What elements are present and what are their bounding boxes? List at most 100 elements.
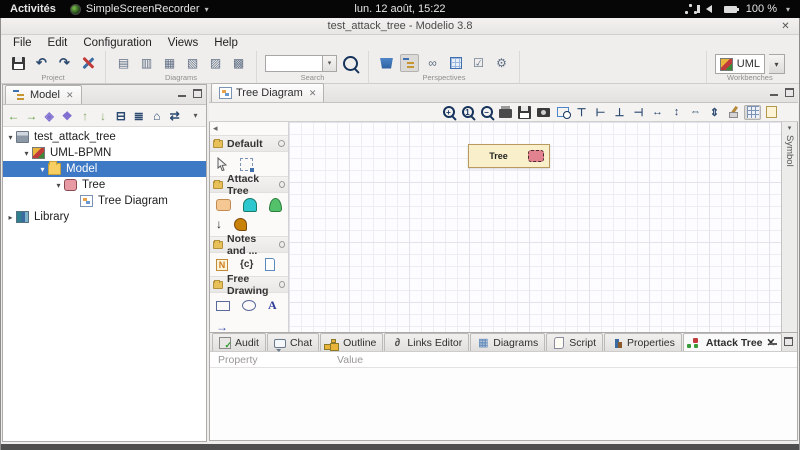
document-tool[interactable] xyxy=(265,258,276,271)
tab-attack-tree[interactable]: Attack Tree ✕ xyxy=(682,333,783,351)
move-up-button[interactable]: ↑ xyxy=(78,108,93,124)
align-left-button[interactable]: ⊢ xyxy=(592,105,609,120)
class-diagram-button[interactable]: ▤ xyxy=(114,54,133,72)
note-tool[interactable]: N xyxy=(216,258,228,271)
tab-tree-diagram[interactable]: Tree Diagram ✕ xyxy=(211,83,325,102)
same-width-button[interactable]: ⇔ xyxy=(687,105,704,120)
zoom-actual-button[interactable]: 1 xyxy=(459,105,476,120)
zoom-selection-button[interactable] xyxy=(554,105,571,120)
symbol-panel-collapsed[interactable]: ▾ Symbol xyxy=(781,122,797,332)
minimize-icon[interactable] xyxy=(769,337,778,346)
menu-help[interactable]: Help xyxy=(206,36,246,50)
node-stereotype-icon[interactable] xyxy=(528,150,544,162)
expander-icon[interactable]: ▾ xyxy=(37,165,48,174)
tab-links-editor[interactable]: ∂ Links Editor xyxy=(384,333,470,351)
print-button[interactable] xyxy=(497,105,514,120)
undo-button[interactable]: ↶ xyxy=(32,54,51,72)
move-down-button[interactable]: ↓ xyxy=(96,108,111,124)
menu-configuration[interactable]: Configuration xyxy=(75,36,159,50)
window-close-icon[interactable]: ✕ xyxy=(779,20,792,33)
collapse-palette-icon[interactable]: ◂ xyxy=(213,123,218,134)
sequence-diagram-button[interactable]: ▦ xyxy=(160,54,179,72)
search-button[interactable] xyxy=(341,54,360,72)
palette-section-attack-tree[interactable]: Attack Tree xyxy=(210,173,288,197)
align-top-button[interactable]: ⊤ xyxy=(573,105,590,120)
same-height-button[interactable]: ⇕ xyxy=(706,105,723,120)
link-tool[interactable]: ↓ xyxy=(216,217,222,231)
workbench-dropdown-icon[interactable]: ▾ xyxy=(769,54,785,74)
tab-script[interactable]: Script xyxy=(546,333,604,351)
or-node-tool[interactable] xyxy=(268,198,283,212)
perspective-audit-button[interactable]: ☑ xyxy=(469,54,488,72)
attack-node-tool[interactable] xyxy=(234,217,247,231)
align-right-button[interactable]: ⊣ xyxy=(630,105,647,120)
tab-audit[interactable]: Audit xyxy=(212,333,266,351)
expander-icon[interactable]: ▾ xyxy=(53,181,64,190)
tree-row-model[interactable]: ▾ Model xyxy=(3,161,206,177)
tree-node-tool[interactable] xyxy=(216,199,232,211)
navigate-forward-button[interactable]: → xyxy=(24,108,39,124)
grid-toggle-button[interactable] xyxy=(744,104,761,120)
minimize-icon[interactable] xyxy=(770,88,779,97)
page-setup-button[interactable] xyxy=(763,105,780,120)
search-dropdown-icon[interactable]: ▾ xyxy=(323,54,337,72)
perspective-project-button[interactable] xyxy=(377,54,396,72)
menu-file[interactable]: File xyxy=(5,36,40,50)
tree-row-project[interactable]: ▾ test_attack_tree xyxy=(3,129,206,145)
align-bottom-button[interactable]: ⊥ xyxy=(611,105,628,120)
ellipse-tool[interactable] xyxy=(242,300,256,311)
perspective-links-button[interactable]: ∞ xyxy=(423,54,442,72)
configuration-tools-button[interactable] xyxy=(78,54,97,72)
tree-root-node[interactable]: Tree xyxy=(468,144,550,168)
tab-properties[interactable]: Properties xyxy=(604,333,682,351)
expander-icon[interactable]: ▾ xyxy=(21,149,32,158)
navigate-back-button[interactable]: ← xyxy=(6,108,21,124)
previous-selection-button[interactable]: ◈ xyxy=(42,108,57,124)
network-icon[interactable] xyxy=(684,4,697,14)
rectangle-tool[interactable] xyxy=(216,300,230,311)
format-paint-button[interactable] xyxy=(725,105,742,120)
matrix-diagram-button[interactable]: ▩ xyxy=(229,54,248,72)
text-tool[interactable]: A xyxy=(268,298,277,313)
marquee-select-tool[interactable] xyxy=(240,157,254,172)
home-button[interactable]: ⌂ xyxy=(149,108,164,124)
menu-edit[interactable]: Edit xyxy=(40,36,76,50)
search-input[interactable] xyxy=(265,54,323,72)
line-tool[interactable]: → xyxy=(216,320,228,332)
menu-views[interactable]: Views xyxy=(160,36,206,50)
collapse-all-button[interactable]: ⊟ xyxy=(113,108,128,124)
palette-section-free-drawing[interactable]: Free Drawing xyxy=(210,273,288,297)
snapshot-button[interactable] xyxy=(535,105,552,120)
tree-row-tree[interactable]: ▾ Tree xyxy=(3,177,206,193)
view-menu-icon[interactable]: ▾ xyxy=(188,108,203,124)
property-table-body[interactable] xyxy=(210,368,797,440)
tree-row-tree-diagram[interactable]: Tree Diagram xyxy=(3,193,206,209)
tab-chat[interactable]: Chat xyxy=(266,333,320,351)
save-diagram-button[interactable] xyxy=(516,105,533,120)
column-value[interactable]: Value xyxy=(337,354,363,366)
title-bar[interactable]: test_attack_tree - Modelio 3.8 ✕ xyxy=(1,18,799,35)
volume-icon[interactable] xyxy=(696,5,712,13)
select-tool[interactable] xyxy=(216,157,228,171)
activities-button[interactable]: Activités xyxy=(10,3,56,15)
expander-icon[interactable]: ▾ xyxy=(5,133,16,142)
zoom-out-button[interactable]: − xyxy=(478,105,495,120)
close-icon[interactable]: ✕ xyxy=(309,88,317,99)
activity-diagram-button[interactable]: ▨ xyxy=(206,54,225,72)
tree-row-umlbpmn[interactable]: ▾ UML-BPMN xyxy=(3,145,206,161)
maximize-icon[interactable] xyxy=(784,337,793,346)
close-icon[interactable]: ✕ xyxy=(66,90,74,101)
diagram-canvas[interactable]: Tree xyxy=(289,122,781,332)
tab-outline[interactable]: Outline xyxy=(320,333,384,351)
maximize-icon[interactable] xyxy=(193,89,202,98)
system-menu-chevron-icon[interactable]: ▾ xyxy=(786,5,790,14)
usecase-diagram-button[interactable]: ▥ xyxy=(137,54,156,72)
palette-section-default[interactable]: Default xyxy=(210,135,288,152)
perspective-matrix-button[interactable] xyxy=(446,54,465,72)
zoom-in-button[interactable]: + xyxy=(440,105,457,120)
state-diagram-button[interactable]: ▧ xyxy=(183,54,202,72)
expander-icon[interactable]: ▸ xyxy=(5,213,16,222)
redo-button[interactable]: ↷ xyxy=(55,54,74,72)
maximize-icon[interactable] xyxy=(785,88,794,97)
tree-row-library[interactable]: ▸ Library xyxy=(3,209,206,225)
